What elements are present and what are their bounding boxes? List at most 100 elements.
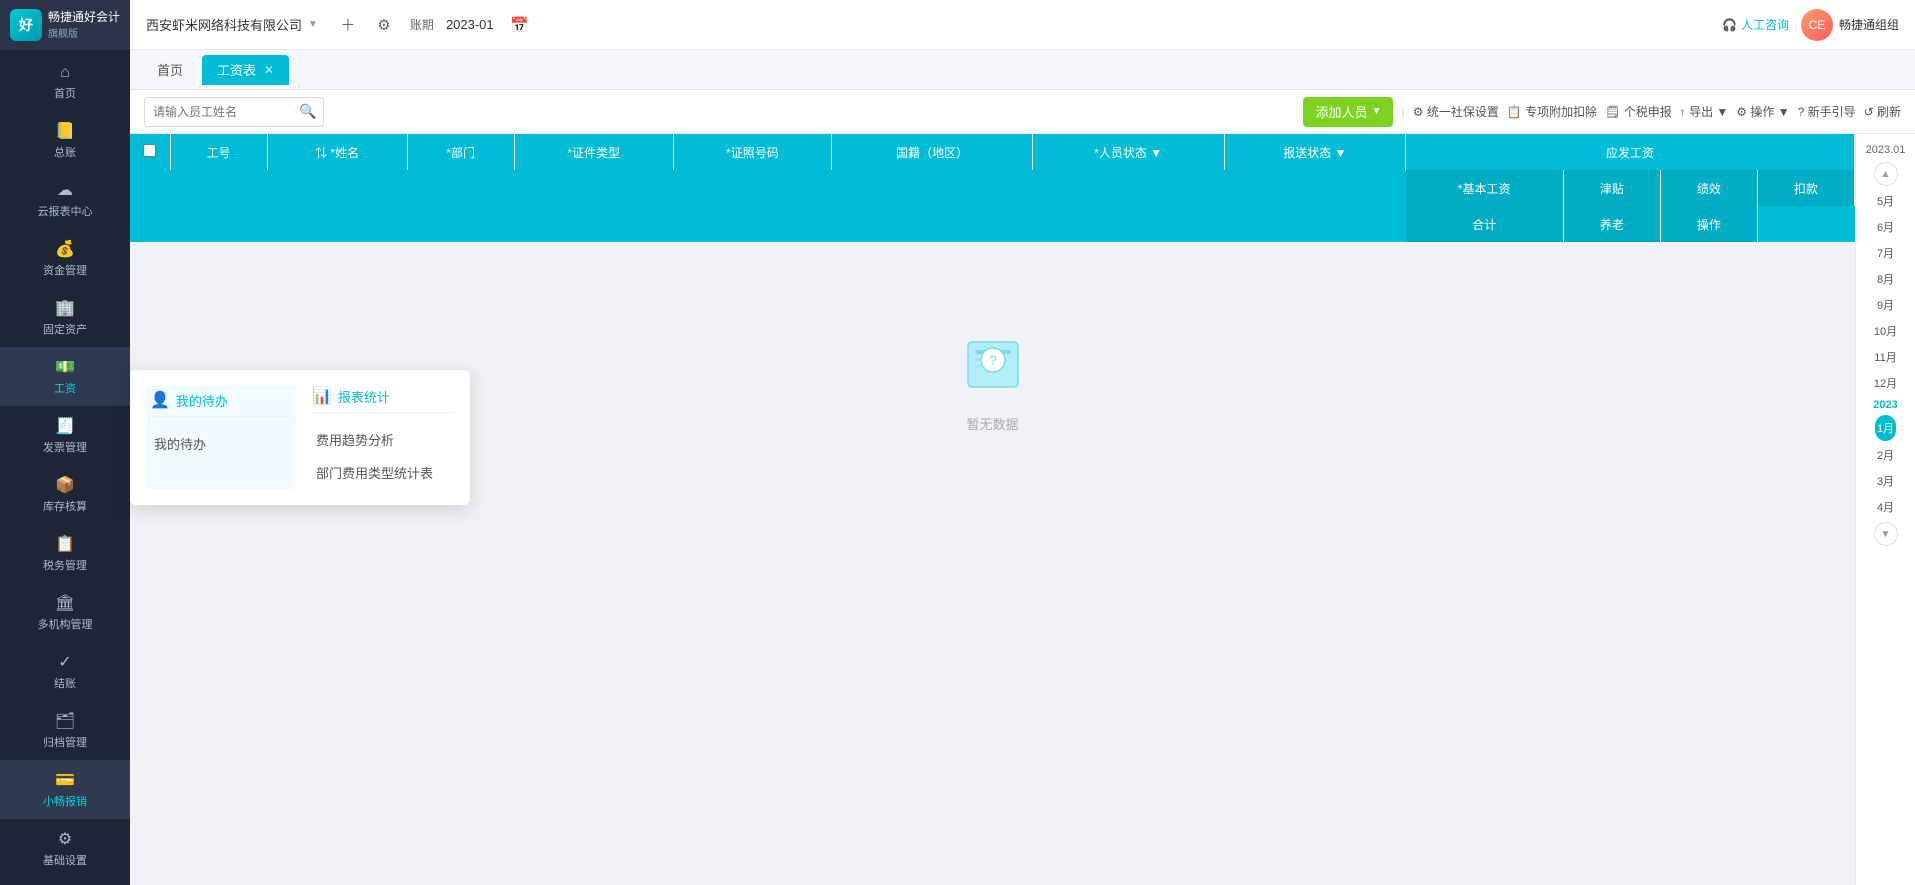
nav-label-expense: 小畅报销 — [43, 793, 87, 809]
add-person-arrow-icon: ▼ — [1371, 106, 1381, 117]
logo-text: 畅捷通好会计 — [48, 10, 120, 26]
table-area: 工号 ⇅ *姓名 *部门 *证件类型 *证照号码 国籍（地区） *人员状态 ▼ … — [130, 134, 1915, 885]
timeline-month-1[interactable]: 1月 — [1875, 415, 1896, 441]
nav-label-inventory: 库存核算 — [43, 498, 87, 514]
sidebar-item-invoice[interactable]: 🧾发票管理 — [0, 406, 130, 465]
logo-area: 好 畅捷通好会计 旗舰版 — [0, 0, 130, 50]
timeline-month-5[interactable]: 5月 — [1869, 188, 1902, 214]
th-job-number: 工号 — [170, 134, 267, 170]
timeline-month-4[interactable]: 4月 — [1869, 494, 1902, 520]
th-total: 合计 — [1406, 206, 1564, 242]
nav-icon-cloud-report: ☁ — [57, 180, 73, 200]
special-deduction-btn[interactable]: 📋 专项附加扣除 — [1507, 103, 1597, 120]
th-id-type: *证件类型 — [514, 134, 673, 170]
sidebar-item-cloud-report[interactable]: ☁云报表中心 — [0, 170, 130, 229]
tab-close-icon[interactable]: ✕ — [264, 63, 274, 77]
customer-service[interactable]: 🎧 人工咨询 — [1722, 16, 1789, 33]
nav-icon-archive: 🗂 — [55, 711, 75, 731]
search-icon[interactable]: 🔍 — [299, 103, 316, 120]
new-guide-btn[interactable]: ? 新手引导 — [1798, 103, 1856, 120]
popup-item-dept-expense[interactable]: 部门费用类型统计表 — [312, 456, 454, 489]
th-deduction: 扣款 — [1757, 170, 1854, 206]
sidebar-item-expense[interactable]: 💳 小畅报销 — [0, 760, 130, 819]
th-name[interactable]: ⇅ *姓名 — [267, 134, 407, 170]
nav-icon-expense: 💳 — [55, 770, 75, 790]
popup-col-report-stats: 📊报表统计费用趋势分析部门费用类型统计表 — [312, 386, 454, 489]
sidebar-item-multi-org[interactable]: 🏛多机构管理 — [0, 583, 130, 642]
sidebar-item-salary[interactable]: 💵工资 — [0, 347, 130, 406]
nav-icon-home: ⌂ — [60, 64, 70, 82]
sidebar-item-fixed-assets[interactable]: 🏢固定资产 — [0, 288, 130, 347]
nav-label-invoice: 发票管理 — [43, 439, 87, 455]
settings-button[interactable]: ⚙ — [370, 11, 398, 39]
popup-col-icon-my-todo: 👤 — [150, 390, 170, 410]
sidebar-item-settle[interactable]: ✓结账 — [0, 642, 130, 701]
company-name: 西安虾米网络科技有限公司 — [146, 15, 302, 34]
th-performance: 绩效 — [1660, 170, 1757, 206]
search-input[interactable] — [153, 105, 293, 119]
timeline-months: 5月6月7月8月9月10月11月12月20231月2月3月4月 — [1869, 188, 1902, 520]
popup-col-my-todo: 👤我的待办我的待办 — [146, 386, 296, 489]
sidebar-item-inventory[interactable]: 📦库存核算 — [0, 465, 130, 524]
timeline-month-10[interactable]: 10月 — [1869, 318, 1902, 344]
popup-menu: 👤我的待办我的待办📊报表统计费用趋势分析部门费用类型统计表 — [130, 370, 470, 505]
nav-icon-ledger: 📒 — [55, 121, 75, 141]
popup-col-title-report-stats: 📊报表统计 — [312, 386, 454, 413]
timeline-panel: 2023.01 ▲ 5月6月7月8月9月10月11月12月20231月2月3月4… — [1855, 134, 1915, 885]
nav-label-archive: 归档管理 — [43, 734, 87, 750]
nav-icon-settle: ✓ — [58, 652, 71, 672]
personal-tax-btn[interactable]: 🗒 个税申报 — [1605, 103, 1672, 120]
popup-col-title-my-todo: 👤我的待办 — [150, 390, 292, 417]
calendar-button[interactable]: 📅 — [506, 11, 534, 39]
timeline-month-12[interactable]: 12月 — [1869, 370, 1902, 396]
export-btn[interactable]: ↑ 导出 ▼ — [1680, 103, 1729, 120]
sidebar-item-tax[interactable]: 📋税务管理 — [0, 524, 130, 583]
sidebar-item-guide[interactable]: ▷新手引导 — [0, 878, 130, 885]
timeline-month-3[interactable]: 3月 — [1869, 468, 1902, 494]
nav-icon-fixed-assets: 🏢 — [55, 298, 75, 318]
th-report-status[interactable]: 报送状态 ▼ — [1224, 134, 1406, 170]
salary-table: 工号 ⇅ *姓名 *部门 *证件类型 *证照号码 国籍（地区） *人员状态 ▼ … — [130, 134, 1855, 242]
topbar: 西安虾米网络科技有限公司 ▼ ＋ ⚙ 账期 2023-01 📅 🎧 人工咨询 C… — [130, 0, 1915, 50]
timeline-month-9[interactable]: 9月 — [1869, 292, 1902, 318]
popup-item-expense-trend[interactable]: 费用趋势分析 — [312, 423, 454, 456]
nav-icon-fund: 💰 — [55, 239, 75, 259]
add-person-button[interactable]: 添加人员 ▼ — [1303, 97, 1393, 127]
empty-text: 暂无数据 — [966, 414, 1018, 433]
empty-icon: ? — [953, 322, 1033, 402]
popup-item-todo[interactable]: 我的待办 — [150, 427, 292, 460]
sidebar-item-home[interactable]: ⌂首页 — [0, 54, 130, 111]
headset-icon: 🎧 — [1722, 18, 1737, 32]
th-id-number: *证照号码 — [673, 134, 832, 170]
tabbar: 首页 工资表 ✕ — [130, 50, 1915, 90]
period-value: 2023-01 — [446, 17, 494, 32]
popup-menu-row: 👤我的待办我的待办📊报表统计费用趋势分析部门费用类型统计表 — [146, 386, 454, 489]
add-person-label: 添加人员 — [1315, 102, 1367, 121]
social-insurance-btn[interactable]: ⚙ 统一社保设置 — [1413, 103, 1499, 120]
user-info[interactable]: CE 畅捷通组组 — [1801, 9, 1899, 41]
user-name: 畅捷通组组 — [1839, 16, 1899, 33]
refresh-btn[interactable]: ↺ 刷新 — [1864, 103, 1901, 120]
add-company-button[interactable]: ＋ — [334, 11, 362, 39]
sidebar-item-archive[interactable]: 🗂 归档管理 — [0, 701, 130, 760]
th-checkbox[interactable] — [130, 134, 170, 170]
timeline-up-btn[interactable]: ▲ — [1874, 162, 1898, 186]
timeline-month-2[interactable]: 2月 — [1869, 442, 1902, 468]
sidebar-item-fund[interactable]: 💰资金管理 — [0, 229, 130, 288]
sidebar-item-ledger[interactable]: 📒 总账 — [0, 111, 130, 170]
timeline-month-11[interactable]: 11月 — [1869, 344, 1902, 370]
sidebar-item-basic-settings[interactable]: ⚙基础设置 — [0, 819, 130, 878]
select-all-checkbox[interactable] — [143, 144, 156, 157]
timeline-month-6[interactable]: 6月 — [1869, 214, 1902, 240]
th-ops: 操作 — [1660, 206, 1757, 242]
timeline-month-8[interactable]: 8月 — [1869, 266, 1902, 292]
tab-home[interactable]: 首页 — [142, 55, 198, 85]
timeline-down-btn[interactable]: ▼ — [1874, 522, 1898, 546]
nav-label-ledger: 总账 — [54, 144, 76, 160]
th-person-status[interactable]: *人员状态 ▼ — [1032, 134, 1224, 170]
tab-salary-table[interactable]: 工资表 ✕ — [202, 55, 289, 85]
timeline-month-7[interactable]: 7月 — [1869, 240, 1902, 266]
operation-btn[interactable]: ⚙ 操作 ▼ — [1736, 103, 1789, 120]
company-selector[interactable]: 西安虾米网络科技有限公司 ▼ — [146, 15, 318, 34]
logo-sub: 旗舰版 — [48, 25, 120, 40]
